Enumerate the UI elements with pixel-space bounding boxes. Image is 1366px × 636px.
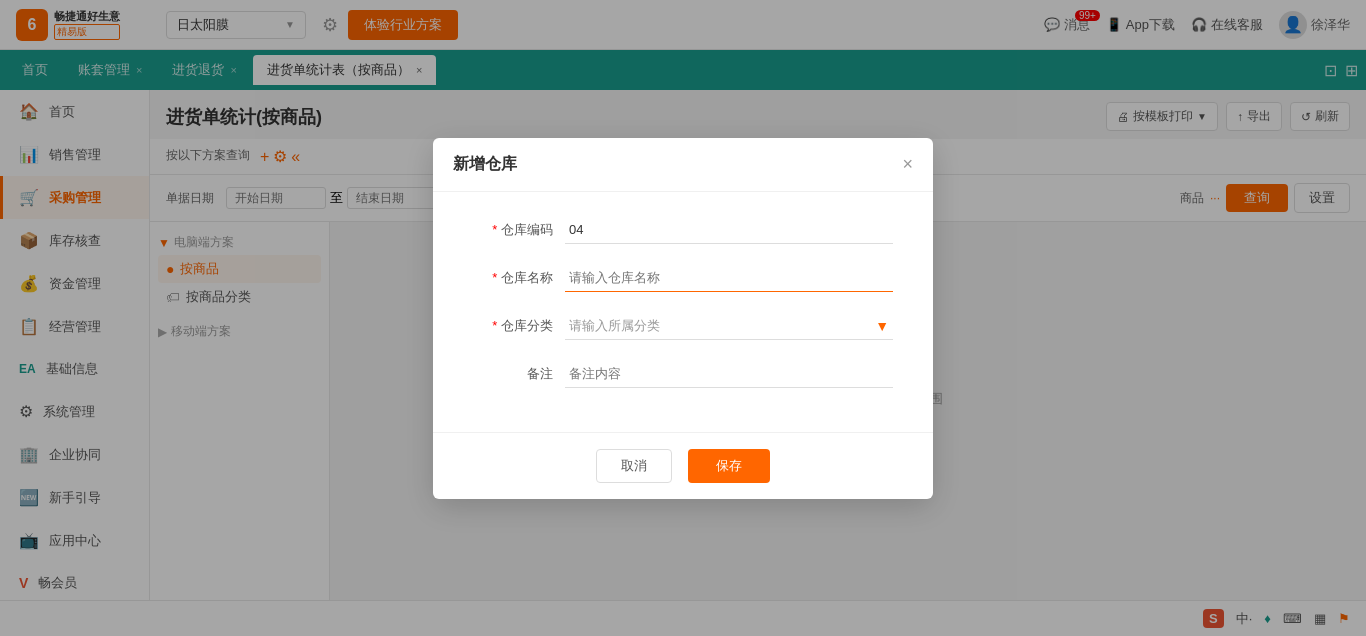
save-button[interactable]: 保存 — [688, 449, 770, 483]
category-select-wrap: 请输入所属分类 ▼ — [565, 312, 893, 340]
name-input[interactable] — [565, 264, 893, 292]
form-row-category: 仓库分类 请输入所属分类 ▼ — [473, 312, 893, 340]
modal-title: 新增仓库 — [453, 154, 517, 175]
form-row-remark: 备注 — [473, 360, 893, 388]
category-select[interactable]: 请输入所属分类 — [565, 312, 893, 340]
form-row-name: 仓库名称 — [473, 264, 893, 292]
remark-input[interactable] — [565, 360, 893, 388]
cancel-button[interactable]: 取消 — [596, 449, 672, 483]
modal-close-button[interactable]: × — [902, 154, 913, 175]
modal-new-warehouse: 新增仓库 × 仓库编码 仓库名称 仓库分类 请输入所属分类 — [433, 138, 933, 499]
modal-footer: 取消 保存 — [433, 432, 933, 499]
modal-backdrop: 新增仓库 × 仓库编码 仓库名称 仓库分类 请输入所属分类 — [0, 0, 1366, 636]
modal-body: 仓库编码 仓库名称 仓库分类 请输入所属分类 ▼ 备注 — [433, 192, 933, 432]
code-input[interactable] — [565, 216, 893, 244]
category-label: 仓库分类 — [473, 317, 553, 335]
name-label: 仓库名称 — [473, 269, 553, 287]
form-row-code: 仓库编码 — [473, 216, 893, 244]
code-label: 仓库编码 — [473, 221, 553, 239]
remark-label: 备注 — [473, 365, 553, 383]
modal-header: 新增仓库 × — [433, 138, 933, 192]
